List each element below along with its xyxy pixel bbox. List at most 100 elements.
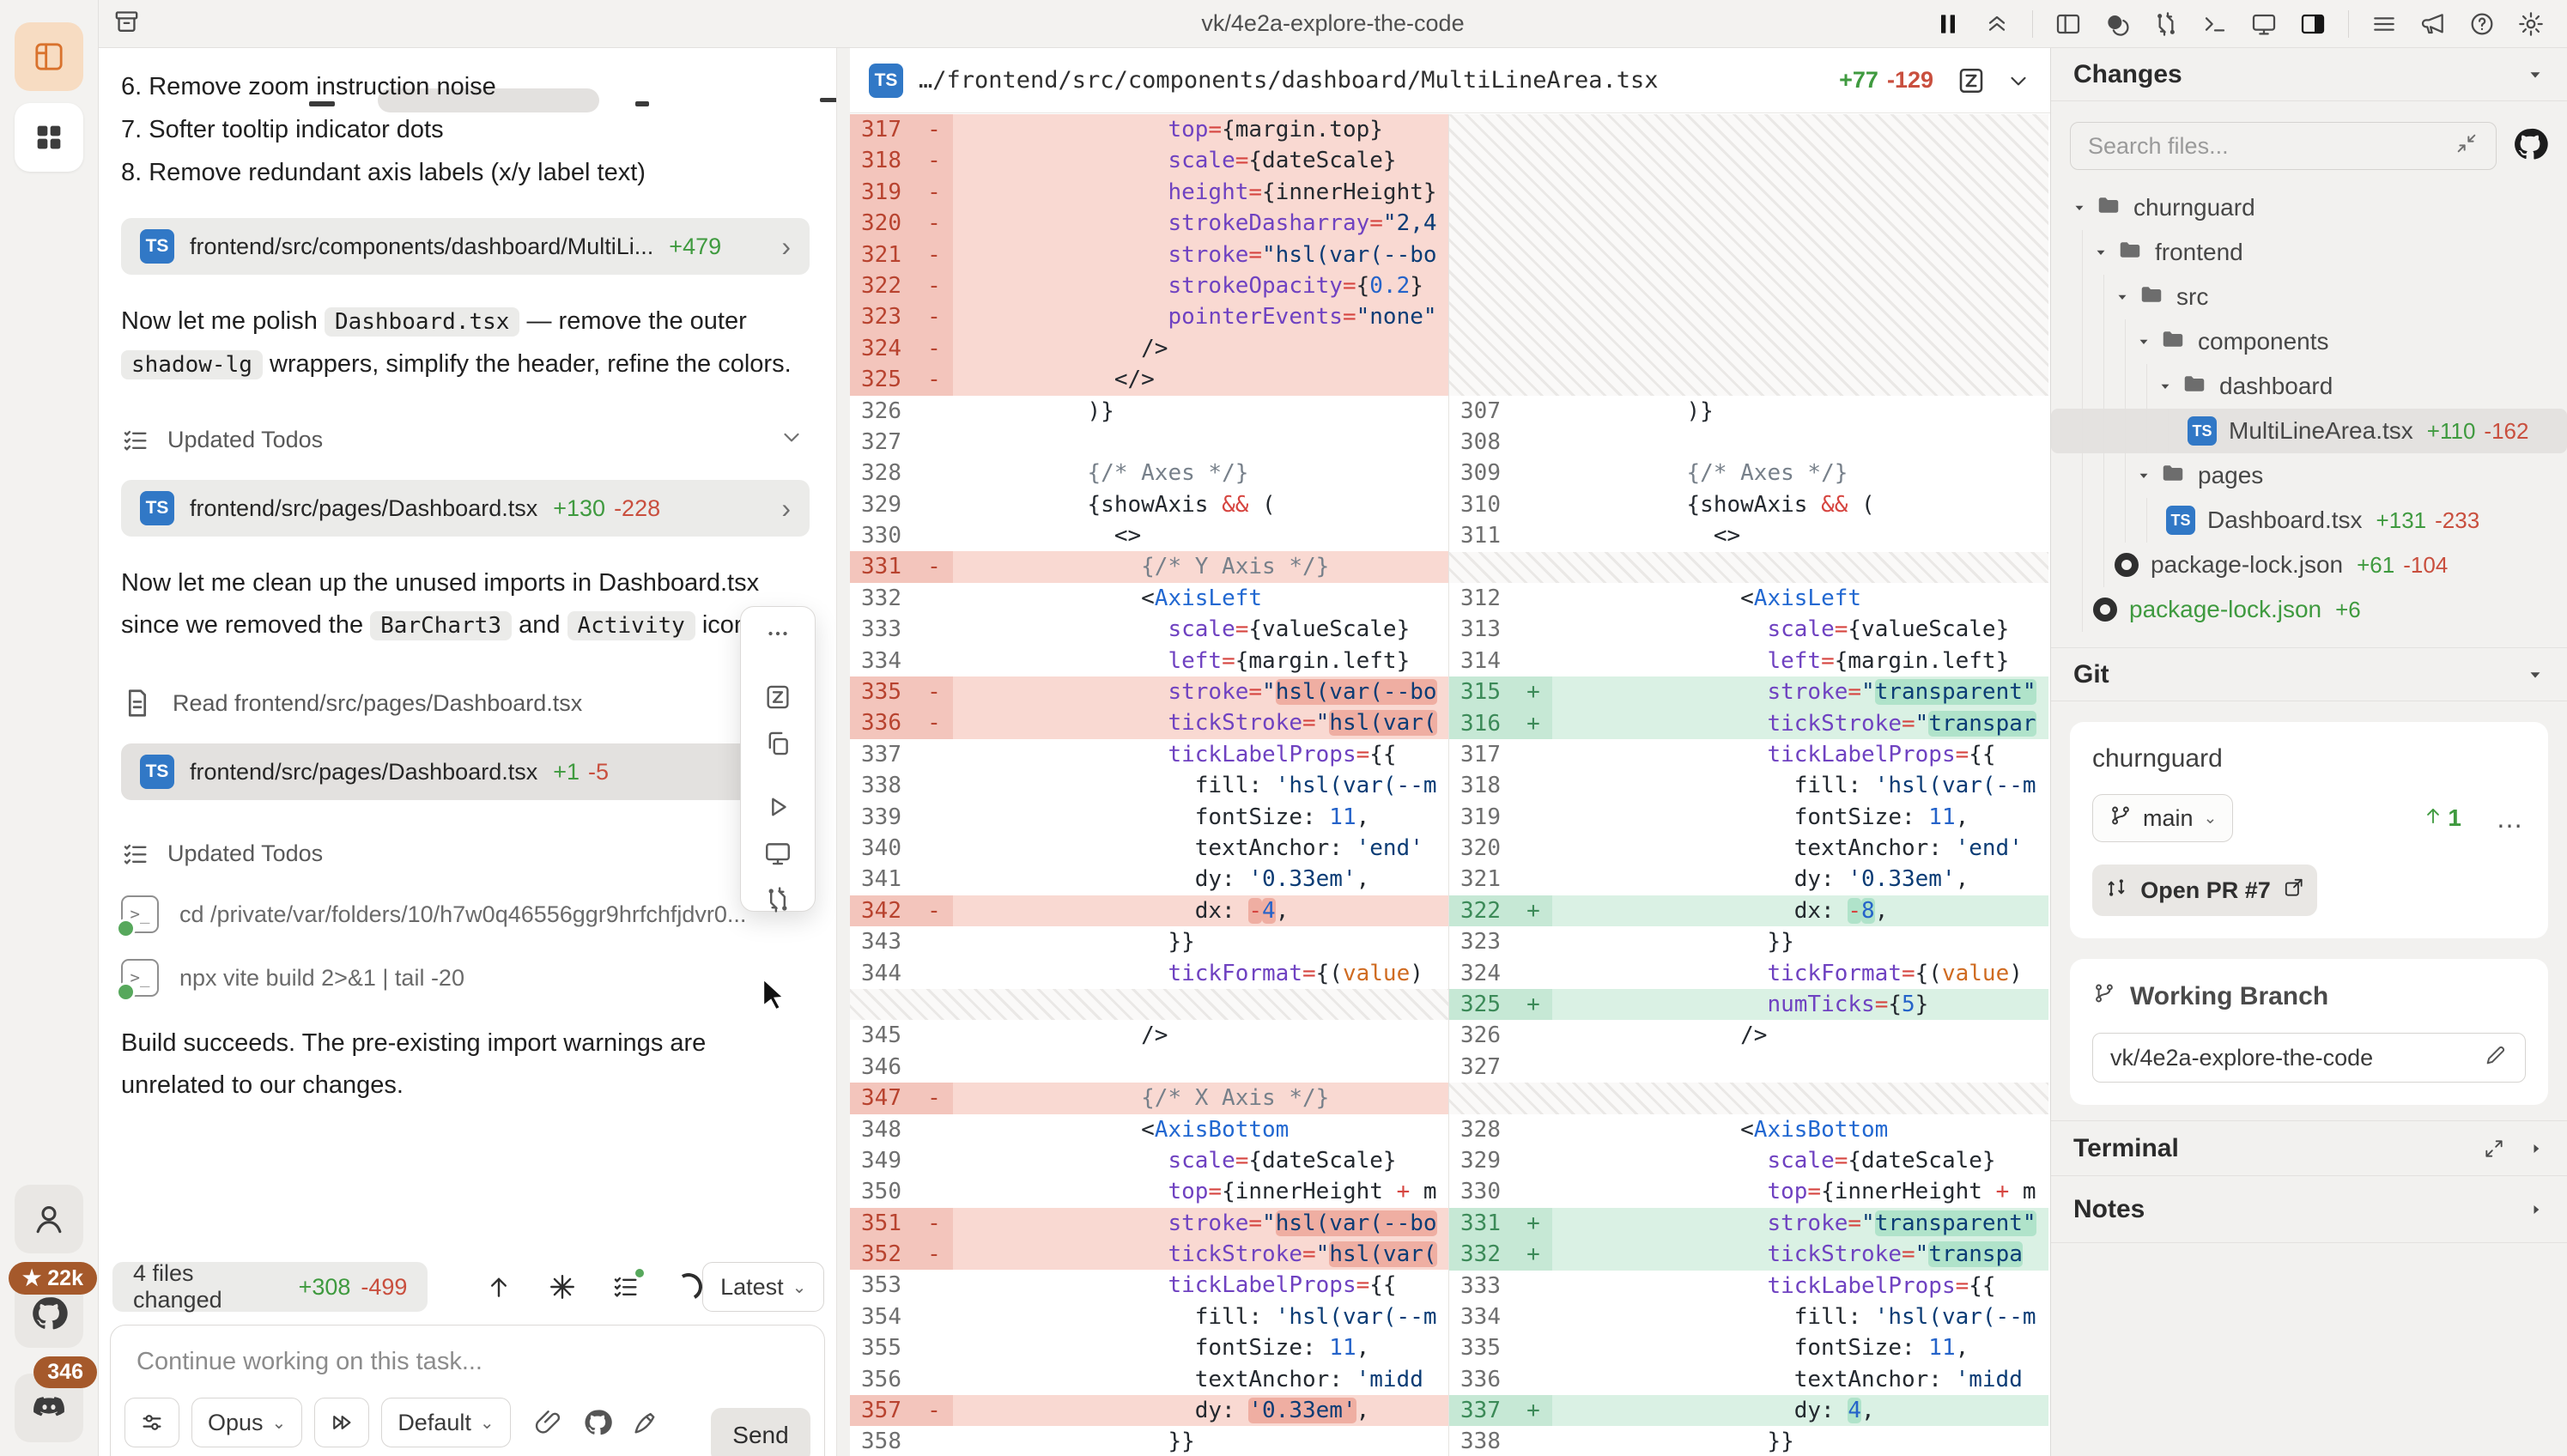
diff-line: 325-</> [850, 364, 1448, 395]
pause-icon[interactable] [1934, 10, 1962, 38]
spark-icon[interactable] [548, 1272, 577, 1301]
version-dropdown[interactable]: Latest ⌄ [702, 1262, 824, 1312]
monitor-icon[interactable] [763, 839, 792, 868]
arrow-up-icon[interactable] [484, 1272, 513, 1301]
git-branch-icon [2109, 804, 2133, 828]
diff-line: 331-{/* Y Axis */} [850, 551, 1448, 582]
diff-line: 339fontSize: 11, [850, 802, 1448, 833]
mode-dropdown[interactable]: Default ⌄ [381, 1398, 510, 1447]
expand-icon[interactable] [2483, 1138, 2505, 1160]
diff-line: 350top={innerHeight + m [850, 1176, 1448, 1207]
diff-line: 337tickLabelProps={{ [850, 739, 1448, 770]
git-compare-icon[interactable] [763, 885, 792, 914]
collapse-icon[interactable] [2455, 131, 2479, 155]
search-placeholder: Search files... [2088, 133, 2229, 160]
terminal-command[interactable]: >_cd /private/var/folders/10/h7w0q46556g… [121, 895, 810, 933]
paperclip-icon[interactable] [535, 1408, 564, 1437]
updated-todos-toggle[interactable]: Updated Todos [121, 424, 810, 456]
model-dropdown[interactable]: Opus ⌄ [191, 1398, 302, 1447]
changes-section-header[interactable]: Changes [2051, 48, 2567, 101]
terminal-icon[interactable] [2201, 10, 2229, 38]
rail-item-discord-icon[interactable]: 346 [15, 1374, 83, 1442]
tree-item-dashboard[interactable]: dashboard [2051, 364, 2567, 409]
git-compare-icon[interactable] [2152, 10, 2180, 38]
file-path: frontend/src/pages/Dashboard.tsx [190, 759, 537, 786]
panel-right-filled-icon[interactable] [2299, 10, 2327, 38]
fast-forward-button[interactable] [314, 1398, 369, 1447]
ts-file-icon: TS [2166, 506, 2195, 535]
pencil-icon[interactable] [2484, 1043, 2508, 1067]
triangle-down-icon [2136, 334, 2151, 349]
updated-todos-toggle[interactable]: Updated Todos [121, 838, 810, 870]
rail-item-github-icon[interactable]: ★ 22k [15, 1279, 83, 1348]
archive-icon[interactable] [112, 8, 141, 36]
folder-icon [2160, 460, 2186, 486]
github-icon[interactable] [2512, 126, 2548, 162]
terminal-section-header[interactable]: Terminal [2051, 1121, 2567, 1176]
more-actions-button[interactable]: … [2496, 803, 2526, 834]
tree-item-MultiLineArea.tsx[interactable]: TSMultiLineArea.tsx+110-162 [2051, 409, 2567, 453]
tree-item-Dashboard.tsx[interactable]: TSDashboard.tsx+131-233 [2051, 498, 2567, 543]
toolbar-separator [2348, 10, 2349, 38]
message-input[interactable]: Continue working on this task... [137, 1348, 482, 1376]
play-icon[interactable] [763, 792, 792, 822]
tree-item-package-lock.json[interactable]: package-lock.json+61-104 [2051, 543, 2567, 587]
settings-sliders-button[interactable] [124, 1398, 179, 1447]
terminal-command[interactable]: >_npx vite build 2>&1 | tail -20 [121, 959, 810, 997]
file-chip[interactable]: TSfrontend/src/pages/Dashboard.tsx+1-5 [121, 743, 810, 800]
theme-icon[interactable] [2103, 10, 2131, 38]
tree-item-frontend[interactable]: frontend [2051, 230, 2567, 275]
diff-line: 345/> [850, 1020, 1448, 1051]
search-files-input[interactable]: Search files... [2070, 122, 2497, 170]
working-branch-card: Working Branch vk/4e2a-explore-the-code [2070, 959, 2548, 1105]
ts-file-icon: TS [140, 491, 174, 525]
working-branch-input[interactable]: vk/4e2a-explore-the-code [2092, 1033, 2526, 1083]
file-chip[interactable]: TSfrontend/src/pages/Dashboard.tsx+130-2… [121, 480, 810, 537]
tree-item-package-lock.json[interactable]: package-lock.json+6 [2051, 587, 2567, 632]
copy-icon[interactable] [763, 729, 792, 758]
truncated-text-fragment [820, 98, 837, 102]
rail-item-person-icon[interactable] [15, 1185, 83, 1253]
rail-item-layout-icon[interactable] [15, 22, 83, 91]
tree-item-components[interactable]: components [2051, 319, 2567, 364]
diff-line: 330<> [850, 520, 1448, 551]
tree-item-src[interactable]: src [2051, 275, 2567, 319]
triangle-down-icon[interactable] [2526, 65, 2545, 84]
triangle-down-icon[interactable] [2526, 665, 2545, 684]
open-pr-button[interactable]: Open PR #7 [2092, 864, 2317, 916]
tree-item-churnguard[interactable]: churnguard [2051, 185, 2567, 230]
triangle-right-icon[interactable] [2528, 1201, 2545, 1218]
diff-line: 318-scale={dateScale} [850, 145, 1448, 176]
diff-line: 320textAnchor: 'end' [1449, 833, 2048, 864]
monitor-icon[interactable] [2250, 10, 2278, 38]
more-icon[interactable] [763, 619, 792, 648]
repo-name: churnguard [2092, 744, 2526, 774]
pen-icon[interactable] [631, 1408, 660, 1437]
rail-item-grid-icon[interactable] [15, 103, 83, 172]
chevrons-up-icon[interactable] [1983, 10, 2011, 38]
tool-call-read[interactable]: Read frontend/src/pages/Dashboard.tsx [121, 687, 810, 719]
mode-label: Default [397, 1410, 471, 1436]
menu-icon[interactable] [2370, 10, 2398, 38]
diff-icon[interactable] [1956, 65, 1987, 96]
gear-icon[interactable] [2517, 10, 2545, 38]
diff-line: 321dy: '0.33em', [1449, 864, 2048, 895]
github-icon[interactable] [583, 1408, 612, 1437]
chevron-down-icon[interactable] [2006, 68, 2031, 94]
triangle-right-icon[interactable] [2528, 1140, 2545, 1157]
send-button[interactable]: Send [711, 1408, 810, 1456]
message-hover-toolbar [740, 606, 816, 912]
branch-dropdown[interactable]: main ⌄ [2092, 794, 2233, 842]
chat-panel: 6. Remove zoom instruction noise7. Softe… [99, 48, 837, 1456]
tree-item-pages[interactable]: pages [2051, 453, 2567, 498]
diff-line: 354fill: 'hsl(var(--m [850, 1301, 1448, 1332]
file-chip[interactable]: TSfrontend/src/components/dashboard/Mult… [121, 218, 810, 275]
notes-section-header[interactable]: Notes [2051, 1176, 2567, 1243]
help-icon[interactable] [2468, 10, 2496, 38]
diff-icon[interactable] [763, 682, 792, 712]
panel-left-icon[interactable] [2054, 10, 2082, 38]
files-changed-pill[interactable]: 4 files changed +308 -499 [112, 1262, 428, 1312]
git-section-header[interactable]: Git [2051, 648, 2567, 701]
megaphone-icon[interactable] [2419, 10, 2447, 38]
diff-line: 356textAnchor: 'midd [850, 1364, 1448, 1395]
